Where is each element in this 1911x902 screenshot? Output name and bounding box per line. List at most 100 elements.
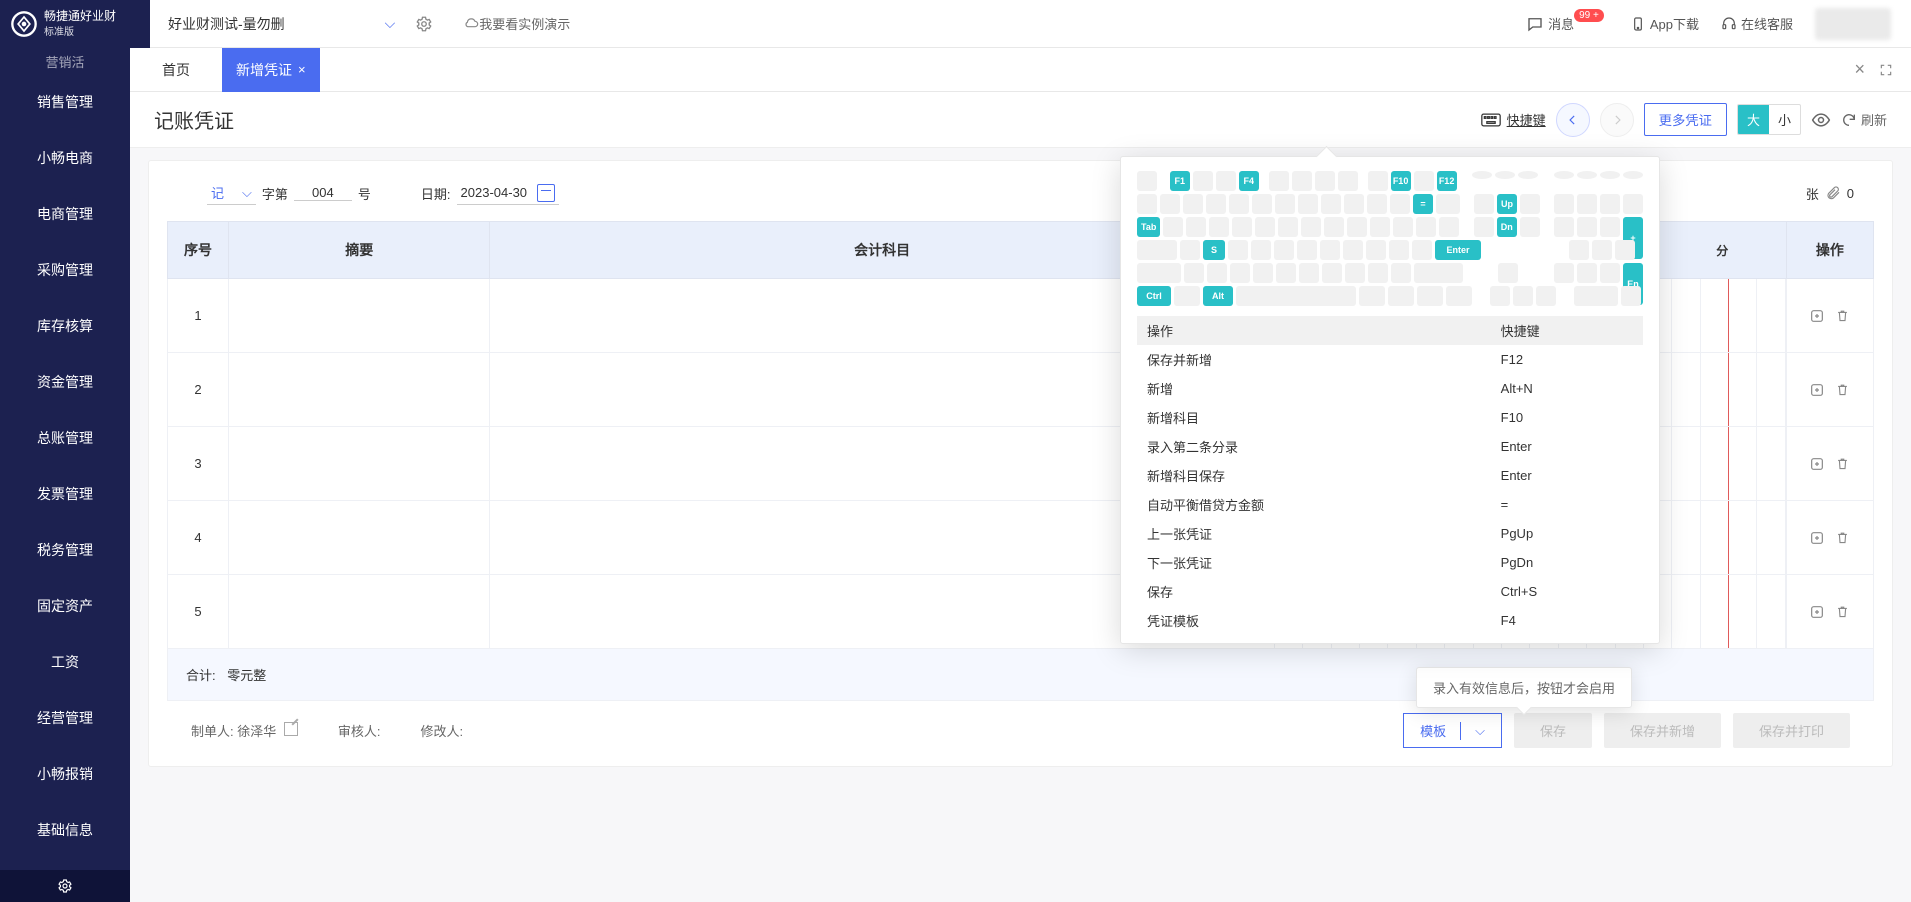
chevron-down-icon: ⌵ xyxy=(242,185,252,201)
view-toggle-icon[interactable] xyxy=(1811,110,1831,130)
user-avatar[interactable] xyxy=(1815,8,1891,40)
sidebar-item-business[interactable]: 经营管理 xyxy=(0,690,130,746)
shortcut-keys-link[interactable]: 快捷键 xyxy=(1481,110,1546,129)
sc-key: F4 xyxy=(1491,606,1643,635)
mobile-icon xyxy=(1630,16,1646,32)
sc-key: = xyxy=(1491,490,1643,519)
row-delete-icon[interactable] xyxy=(1835,308,1850,324)
demo-link[interactable]: 我要看实例演示 xyxy=(463,14,570,33)
date-value: 2023-04-30 xyxy=(461,185,528,200)
tab-new-voucher[interactable]: 新增凭证 × xyxy=(222,48,320,92)
sidebar-item-inventory[interactable]: 库存核算 xyxy=(0,298,130,354)
row-delete-icon[interactable] xyxy=(1835,382,1850,398)
row-add-icon[interactable] xyxy=(1809,308,1825,324)
template-button[interactable]: 模板 ⌵ xyxy=(1403,713,1502,748)
row-add-icon[interactable] xyxy=(1809,382,1825,398)
voucher-seq-input[interactable]: 004 xyxy=(294,185,352,201)
sidebar-item-sales[interactable]: 销售管理 xyxy=(0,74,130,130)
prev-voucher-button[interactable] xyxy=(1556,103,1590,137)
sidebar-item-purchase[interactable]: 采购管理 xyxy=(0,242,130,298)
messages-badge: 99 + xyxy=(1574,9,1604,22)
calendar-icon xyxy=(537,184,555,202)
settings-icon[interactable] xyxy=(415,15,433,33)
date-input[interactable]: 2023-04-30 xyxy=(457,182,560,205)
demo-link-label: 我要看实例演示 xyxy=(479,14,570,33)
shortcut-row: 新增科目保存Enter xyxy=(1137,461,1643,490)
shortcut-row: 录入第二条分录Enter xyxy=(1137,432,1643,461)
attachment-icon[interactable] xyxy=(1825,185,1841,201)
sc-op: 录入第二条分录 xyxy=(1137,432,1491,461)
shortcut-row: 上一张凭证PgUp xyxy=(1137,519,1643,548)
tab-close-all[interactable]: × xyxy=(1854,59,1865,80)
cell-summary[interactable] xyxy=(229,353,490,427)
messages-label: 消息 xyxy=(1548,14,1574,33)
shortcut-row: 凭证模板F4 xyxy=(1137,606,1643,635)
tab-close-icon[interactable]: × xyxy=(298,62,306,77)
sidebar-item-assets[interactable]: 固定资产 xyxy=(0,578,130,634)
sidebar-item-funds[interactable]: 资金管理 xyxy=(0,354,130,410)
row-delete-icon[interactable] xyxy=(1835,530,1850,546)
col-seq: 序号 xyxy=(168,222,229,279)
sc-op: 凭证模板 xyxy=(1137,606,1491,635)
cell-seq: 2 xyxy=(168,353,229,427)
voucher-type-value: 记 xyxy=(211,183,224,202)
chevron-down-icon: ⌵ xyxy=(385,15,396,32)
messages-link[interactable]: 消息 99 + xyxy=(1526,14,1608,33)
cell-summary[interactable] xyxy=(229,575,490,649)
sidebar-settings[interactable] xyxy=(0,870,130,902)
cloud-icon xyxy=(463,16,479,32)
seq-suffix: 号 xyxy=(358,184,371,203)
keyboard-icon xyxy=(1481,113,1501,127)
edit-icon[interactable] xyxy=(284,722,298,736)
fullscreen-icon[interactable] xyxy=(1879,63,1893,77)
sc-key: Ctrl+S xyxy=(1491,577,1643,606)
cell-summary[interactable] xyxy=(229,279,490,353)
save-and-print-button: 保存并打印 xyxy=(1733,713,1850,748)
refresh-icon xyxy=(1841,112,1857,128)
sc-key: Enter xyxy=(1491,432,1643,461)
refresh-button[interactable]: 刷新 xyxy=(1841,110,1887,129)
workspace-selector[interactable]: 好业财测试-量勿删 ⌵ xyxy=(168,14,395,34)
sc-op: 新增科目保存 xyxy=(1137,461,1491,490)
shortcut-keys-label: 快捷键 xyxy=(1507,110,1546,129)
auditor-label: 审核人: xyxy=(338,724,381,739)
next-voucher-button[interactable] xyxy=(1600,103,1634,137)
cell-summary[interactable] xyxy=(229,501,490,575)
app-download-link[interactable]: App下载 xyxy=(1630,14,1699,33)
sc-key: Enter xyxy=(1491,461,1643,490)
creator-value: 徐泽华 xyxy=(237,724,276,739)
more-vouchers-button[interactable]: 更多凭证 xyxy=(1644,103,1727,136)
online-service-link[interactable]: 在线客服 xyxy=(1721,14,1793,33)
sidebar-item[interactable]: 营销活 xyxy=(0,48,130,74)
sidebar-item-tax[interactable]: 税务管理 xyxy=(0,522,130,578)
voucher-type-select[interactable]: 记 ⌵ xyxy=(207,181,256,205)
row-add-icon[interactable] xyxy=(1809,604,1825,620)
seq-prefix: 字第 xyxy=(262,184,288,203)
row-add-icon[interactable] xyxy=(1809,530,1825,546)
tab-home[interactable]: 首页 xyxy=(148,48,204,92)
sidebar: 营销活 销售管理 小畅电商 电商管理 采购管理 库存核算 资金管理 总账管理 发… xyxy=(0,48,130,902)
shortcut-row: 新增Alt+N xyxy=(1137,374,1643,403)
sc-key: F10 xyxy=(1491,403,1643,432)
voucher-footer: 制单人: 徐泽华 审核人: 修改人: 模板 ⌵ xyxy=(167,701,1874,748)
cell-summary[interactable] xyxy=(229,427,490,501)
row-delete-icon[interactable] xyxy=(1835,456,1850,472)
size-small[interactable]: 小 xyxy=(1769,105,1800,134)
sidebar-item-ledger[interactable]: 总账管理 xyxy=(0,410,130,466)
tab-bar: 首页 新增凭证 × × xyxy=(130,48,1911,92)
total-text: 零元整 xyxy=(227,668,266,683)
sidebar-item-salary[interactable]: 工资 xyxy=(0,634,130,690)
sc-key: PgUp xyxy=(1491,519,1643,548)
sidebar-item-ec-manage[interactable]: 电商管理 xyxy=(0,186,130,242)
size-large[interactable]: 大 xyxy=(1738,105,1769,134)
brand-icon xyxy=(10,10,38,38)
sidebar-item-xiaochang-ec[interactable]: 小畅电商 xyxy=(0,130,130,186)
sidebar-item-reimburse[interactable]: 小畅报销 xyxy=(0,746,130,802)
row-delete-icon[interactable] xyxy=(1835,604,1850,620)
row-add-icon[interactable] xyxy=(1809,456,1825,472)
digit-head: 分 xyxy=(1659,238,1786,263)
size-toggle: 大 小 xyxy=(1737,104,1801,135)
sidebar-item-invoice[interactable]: 发票管理 xyxy=(0,466,130,522)
shortcut-popup: F1 F4 F10 F12 = xyxy=(1120,156,1660,644)
sidebar-item-basicinfo[interactable]: 基础信息 xyxy=(0,802,130,858)
